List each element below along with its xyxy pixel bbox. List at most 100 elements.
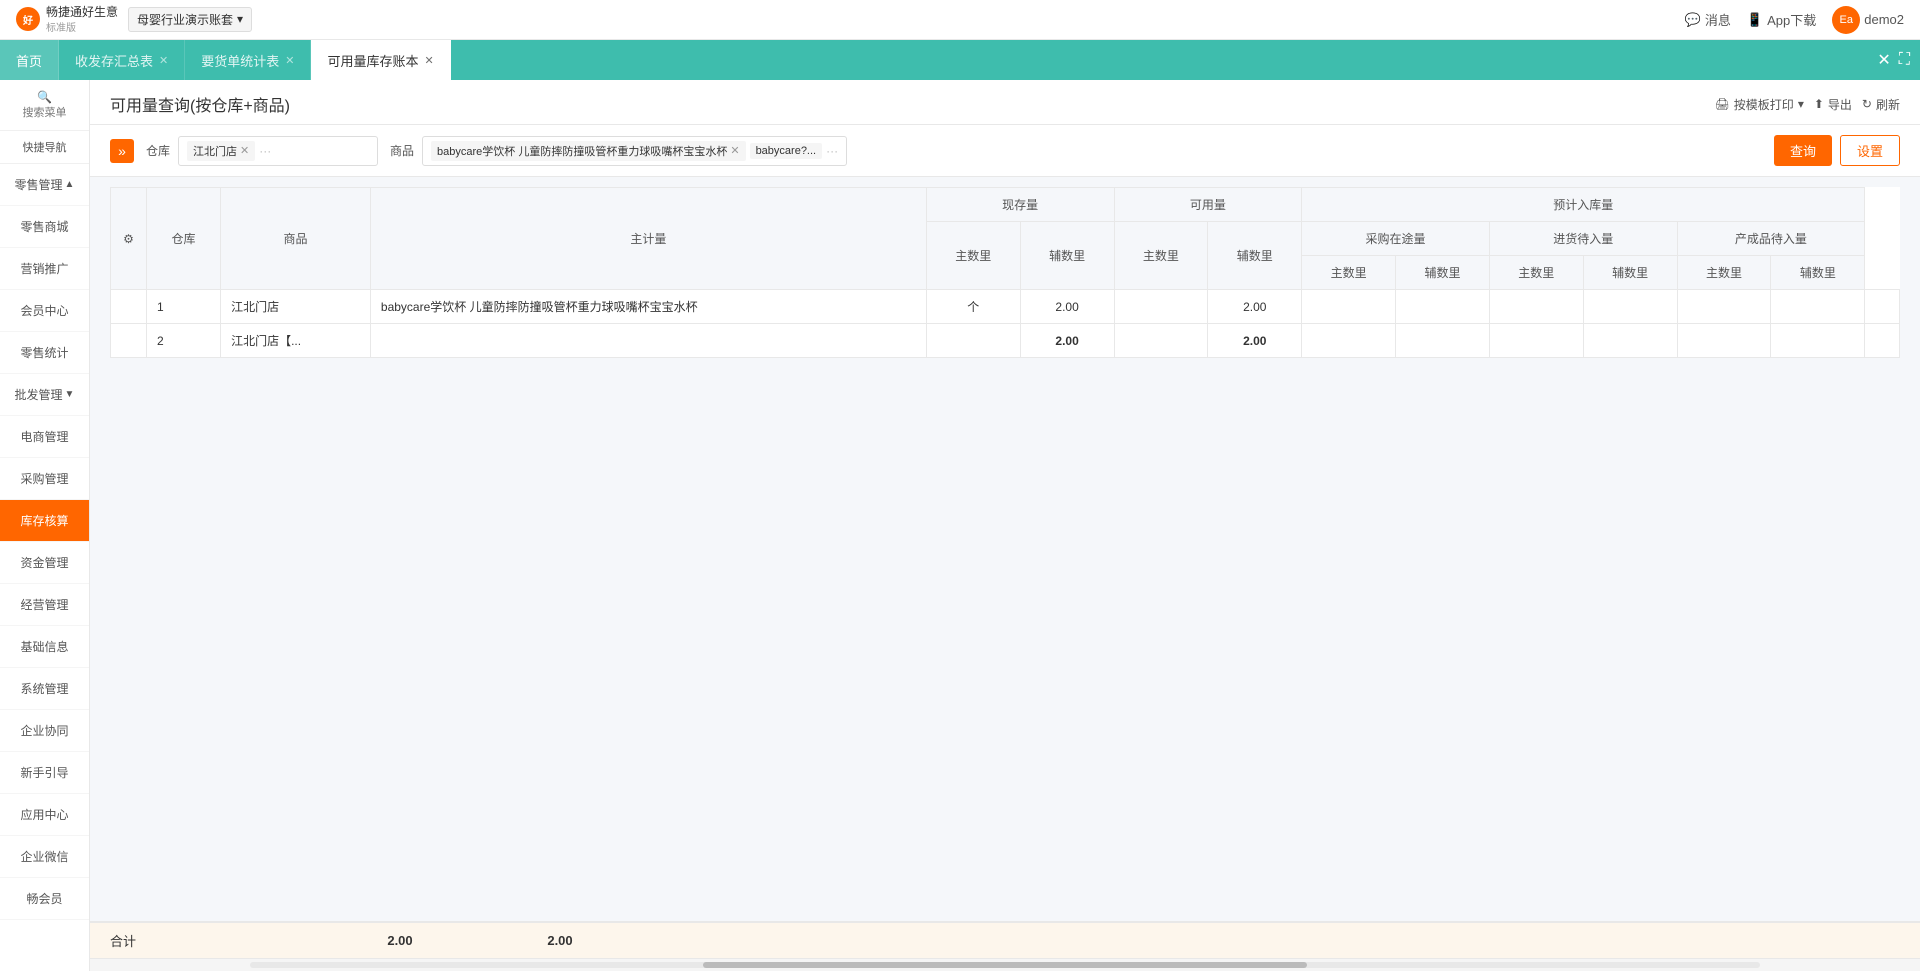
retail-mgmt-label: 零售管理 bbox=[15, 176, 63, 193]
logo-icon: 好 bbox=[16, 7, 40, 31]
th-incoming-aux: 辅数里 bbox=[1583, 256, 1677, 290]
query-btn[interactable]: 查询 bbox=[1774, 135, 1832, 166]
sidebar-item-retail-mall[interactable]: 零售商城 bbox=[0, 206, 89, 248]
search-menu-btn[interactable]: 🔍 搜索菜单 bbox=[8, 90, 81, 120]
message-label: 消息 bbox=[1705, 10, 1731, 29]
sidebar: 🔍 搜索菜单 快捷导航 零售管理 ▲ 零售商城 营销推广 会员中心 零售统计 批… bbox=[0, 80, 90, 971]
summary-values: 2.00 2.00 bbox=[260, 933, 1910, 948]
th-production-group: 产成品待入量 bbox=[1677, 222, 1865, 256]
sidebar-item-enterprise-coop[interactable]: 企业协同 bbox=[0, 710, 89, 752]
summary-spacer2 bbox=[440, 933, 520, 948]
user-menu[interactable]: Ea demo2 bbox=[1832, 6, 1904, 34]
export-btn[interactable]: ⬆ 导出 bbox=[1814, 96, 1852, 113]
row2-incoming-main bbox=[1583, 324, 1677, 358]
warehouse-more-icon[interactable]: ··· bbox=[259, 144, 271, 158]
sidebar-item-retail-mgmt[interactable]: 零售管理 ▲ bbox=[0, 164, 89, 206]
tab-available-stock[interactable]: 可用量库存账本 ✕ bbox=[311, 40, 450, 80]
tab-receive-send[interactable]: 收发存汇总表 ✕ bbox=[59, 40, 185, 80]
product-tag1-text: babycare学饮杯 儿童防摔防撞吸管杯重力球吸嘴杯宝宝水杯 bbox=[437, 143, 727, 159]
top-bar: 好 畅捷通好生意 标准版 母婴行业演示账套 ▾ 💬 消息 📱 App下载 Ea … bbox=[0, 0, 1920, 40]
row2-gear bbox=[111, 324, 147, 358]
row1-stock-main: 2.00 bbox=[1020, 290, 1114, 324]
filter-expand-btn[interactable]: » bbox=[110, 139, 134, 163]
sidebar-item-marketing[interactable]: 营销推广 bbox=[0, 248, 89, 290]
sidebar-item-app-center[interactable]: 应用中心 bbox=[0, 794, 89, 836]
app-label: App下载 bbox=[1767, 10, 1816, 29]
row2-avail-aux bbox=[1302, 324, 1396, 358]
row2-purchase-main bbox=[1396, 324, 1490, 358]
enterprise-wechat-label: 企业微信 bbox=[20, 848, 68, 865]
print-icon: 🖨 bbox=[1715, 97, 1730, 111]
sidebar-item-inventory[interactable]: 库存核算 bbox=[0, 500, 89, 542]
summary-label: 合计 bbox=[100, 931, 260, 950]
sidebar-item-sys-mgmt[interactable]: 系统管理 bbox=[0, 668, 89, 710]
scroll-track[interactable] bbox=[250, 962, 1760, 968]
print-btn[interactable]: 🖨 按模板打印 ▾ bbox=[1715, 96, 1804, 113]
enterprise-coop-label: 企业协同 bbox=[20, 722, 68, 739]
product-input[interactable]: babycare学饮杯 儿童防摔防撞吸管杯重力球吸嘴杯宝宝水杯 ✕ babyca… bbox=[422, 136, 847, 166]
sidebar-item-basic-info[interactable]: 基础信息 bbox=[0, 626, 89, 668]
th-avail-aux: 辅数里 bbox=[1208, 222, 1302, 290]
new-guide-label: 新手引导 bbox=[20, 764, 68, 781]
refresh-btn[interactable]: ↻ 刷新 bbox=[1862, 96, 1900, 113]
sidebar-item-finance[interactable]: 资金管理 bbox=[0, 542, 89, 584]
retail-stats-label: 零售统计 bbox=[20, 344, 68, 361]
settings-icon[interactable]: ⚙ bbox=[123, 232, 134, 246]
tab-home[interactable]: 首页 bbox=[0, 40, 59, 80]
th-inbound-group: 预计入库量 bbox=[1302, 188, 1865, 222]
product-tag1-remove-icon[interactable]: ✕ bbox=[730, 144, 739, 157]
tab-order-stat[interactable]: 要货单统计表 ✕ bbox=[185, 40, 311, 80]
th-purchase-main: 主数里 bbox=[1302, 256, 1396, 290]
marketing-label: 营销推广 bbox=[20, 260, 68, 277]
sidebar-item-member-center[interactable]: 会员中心 bbox=[0, 290, 89, 332]
row1-gear bbox=[111, 290, 147, 324]
close-receive-send-icon[interactable]: ✕ bbox=[159, 54, 168, 67]
row2-stock-aux bbox=[1114, 324, 1208, 358]
app-icon: 📱 bbox=[1747, 12, 1763, 28]
row1-no: 1 bbox=[147, 290, 221, 324]
expand-icon[interactable]: ⛶ bbox=[1899, 51, 1910, 69]
quick-nav-btn[interactable]: 快捷导航 bbox=[0, 131, 89, 164]
row1-production-aux bbox=[1865, 290, 1900, 324]
setting-btn[interactable]: 设置 bbox=[1840, 135, 1900, 166]
sidebar-item-ecommerce[interactable]: 电商管理 bbox=[0, 416, 89, 458]
app-download-btn[interactable]: 📱 App下载 bbox=[1747, 10, 1816, 29]
th-avail-group: 可用量 bbox=[1114, 188, 1302, 222]
close-available-stock-icon[interactable]: ✕ bbox=[425, 54, 434, 67]
th-avail-main: 主数里 bbox=[1114, 222, 1208, 290]
receive-send-tab-label: 收发存汇总表 bbox=[75, 51, 153, 70]
sidebar-item-member[interactable]: 畅会员 bbox=[0, 878, 89, 920]
close-order-stat-icon[interactable]: ✕ bbox=[285, 54, 294, 67]
sidebar-item-retail-stats[interactable]: 零售统计 bbox=[0, 332, 89, 374]
product-more-icon[interactable]: ··· bbox=[826, 144, 838, 158]
refresh-label: 刷新 bbox=[1876, 96, 1900, 113]
th-production-aux: 辅数里 bbox=[1771, 256, 1865, 290]
sidebar-item-new-guide[interactable]: 新手引导 bbox=[0, 752, 89, 794]
scroll-thumb[interactable] bbox=[703, 962, 1307, 968]
warehouse-input[interactable]: 江北门店 ✕ ··· bbox=[178, 136, 378, 166]
avatar: Ea bbox=[1832, 6, 1860, 34]
sys-mgmt-label: 系统管理 bbox=[20, 680, 68, 697]
sidebar-item-enterprise-wechat[interactable]: 企业微信 bbox=[0, 836, 89, 878]
sidebar-item-operation-mgmt[interactable]: 经营管理 bbox=[0, 584, 89, 626]
row2-unit bbox=[926, 324, 1020, 358]
table-row: 2 江北门店【... 2.00 2.00 bbox=[111, 324, 1900, 358]
row1-purchase-aux bbox=[1489, 290, 1583, 324]
message-btn[interactable]: 💬 消息 bbox=[1685, 10, 1731, 29]
table-area: ⚙ 仓库 商品 主计量 现存量 可用量 预计入库量 主数里 辅数里 主数里 辅数… bbox=[90, 177, 1920, 921]
account-selector[interactable]: 母婴行业演示账套 ▾ bbox=[128, 7, 252, 32]
app-center-label: 应用中心 bbox=[20, 806, 68, 823]
th-incoming-group: 进货待入量 bbox=[1489, 222, 1677, 256]
nav-tabs: 首页 收发存汇总表 ✕ 要货单统计表 ✕ 可用量库存账本 ✕ ✕ ⛶ bbox=[0, 40, 1920, 80]
user-name: demo2 bbox=[1864, 12, 1904, 27]
row2-stock-main: 2.00 bbox=[1020, 324, 1114, 358]
sidebar-item-purchase-mgmt[interactable]: 采购管理 bbox=[0, 458, 89, 500]
logo-line2: 标准版 bbox=[46, 19, 118, 34]
page-actions: 🖨 按模板打印 ▾ ⬆ 导出 ↻ 刷新 bbox=[1715, 96, 1900, 113]
sidebar-item-wholesale-mgmt[interactable]: 批发管理 ▼ bbox=[0, 374, 89, 416]
th-stock-group: 现存量 bbox=[926, 188, 1114, 222]
warehouse-remove-icon[interactable]: ✕ bbox=[240, 144, 249, 157]
warehouse-tag: 江北门店 ✕ bbox=[187, 141, 255, 161]
close-all-icon[interactable]: ✕ bbox=[1877, 50, 1890, 70]
finance-label: 资金管理 bbox=[20, 554, 68, 571]
